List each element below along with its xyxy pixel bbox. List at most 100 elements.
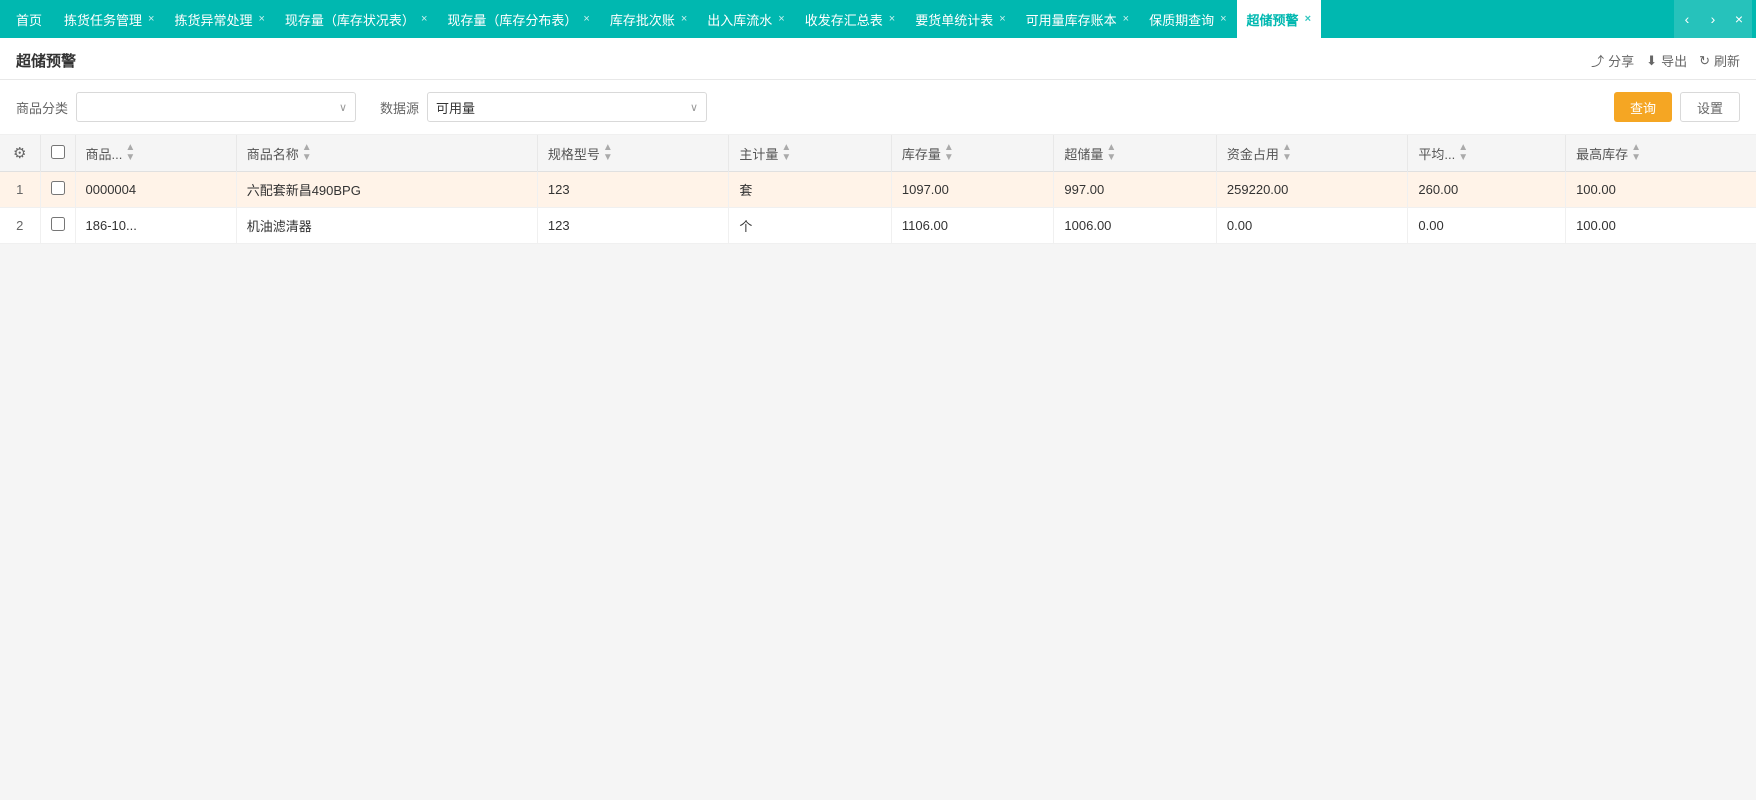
tab-2[interactable]: 拣货异常处理 × <box>164 0 274 38</box>
table-body: 1 0000004 六配套新昌490BPG 123 套 1097.00 997.… <box>0 172 1756 244</box>
row-checkbox[interactable] <box>51 217 65 231</box>
sort-overstock[interactable]: 超储量 ▲▼ <box>1064 143 1116 163</box>
table-header-row: ⚙ 商品... ▲▼ 商品名称 ▲▼ <box>0 135 1756 172</box>
nav-home[interactable]: 首页 <box>4 0 54 38</box>
tab-1[interactable]: 拣货任务管理 × <box>54 0 164 38</box>
export-icon: ⬇ <box>1646 53 1657 69</box>
nav-prev-button[interactable]: ‹ <box>1674 0 1700 38</box>
close-tab-11-icon[interactable]: × <box>1305 13 1311 25</box>
sort-icon-unit: ▲▼ <box>781 143 791 163</box>
gear-icon[interactable]: ⚙ <box>13 145 26 162</box>
th-stock[interactable]: 库存量 ▲▼ <box>891 135 1054 172</box>
th-checkbox <box>40 135 75 172</box>
nav-next-button[interactable]: › <box>1700 0 1726 38</box>
row-spec: 123 <box>537 172 728 208</box>
row-overstock: 1006.00 <box>1054 208 1217 244</box>
sort-icon-capital: ▲▼ <box>1282 143 1292 163</box>
nav-arrows: ‹ › × <box>1674 0 1752 38</box>
share-button[interactable]: ⤴ 分享 <box>1591 51 1634 70</box>
tab-7[interactable]: 收发存汇总表 × <box>795 0 905 38</box>
close-tab-10-icon[interactable]: × <box>1220 13 1226 25</box>
datasource-select-value: 可用量 <box>436 98 475 117</box>
page-header: 超储预警 ⤴ 分享 ⬇ 导出 ↻ 刷新 <box>0 38 1756 80</box>
tab-11[interactable]: 超储预警 × <box>1237 0 1321 38</box>
datasource-chevron-icon: ∨ <box>690 101 698 114</box>
category-chevron-icon: ∨ <box>339 101 347 114</box>
row-goods-code: 186-10... <box>75 208 236 244</box>
table-row: 1 0000004 六配套新昌490BPG 123 套 1097.00 997.… <box>0 172 1756 208</box>
row-capital: 0.00 <box>1216 208 1407 244</box>
close-tab-1-icon[interactable]: × <box>148 13 154 25</box>
row-capital: 259220.00 <box>1216 172 1407 208</box>
tab-3[interactable]: 现存量（库存状况表） × <box>275 0 437 38</box>
tab-6[interactable]: 出入库流水 × <box>697 0 794 38</box>
nav-close-button[interactable]: × <box>1726 0 1752 38</box>
th-spec[interactable]: 规格型号 ▲▼ <box>537 135 728 172</box>
th-gear[interactable]: ⚙ <box>0 135 40 172</box>
row-stock: 1106.00 <box>891 208 1054 244</box>
th-capital[interactable]: 资金占用 ▲▼ <box>1216 135 1407 172</box>
th-max-stock[interactable]: 最高库存 ▲▼ <box>1566 135 1756 172</box>
sort-capital[interactable]: 资金占用 ▲▼ <box>1227 143 1292 163</box>
datasource-label: 数据源 <box>380 98 419 117</box>
filter-buttons: 查询 设置 <box>1614 92 1740 122</box>
row-goods-code: 0000004 <box>75 172 236 208</box>
row-checkbox[interactable] <box>51 181 65 195</box>
settings-button[interactable]: 设置 <box>1680 92 1740 122</box>
sort-stock[interactable]: 库存量 ▲▼ <box>902 143 954 163</box>
row-spec: 123 <box>537 208 728 244</box>
tab-10[interactable]: 保质期查询 × <box>1139 0 1236 38</box>
select-all-checkbox[interactable] <box>51 145 65 159</box>
datasource-filter-group: 数据源 可用量 ∨ <box>380 92 707 122</box>
page-container: 超储预警 ⤴ 分享 ⬇ 导出 ↻ 刷新 商品分类 ∨ 数据源 <box>0 38 1756 244</box>
sort-icon-overstock: ▲▼ <box>1106 143 1116 163</box>
sort-icon-goods-code: ▲▼ <box>125 143 135 163</box>
sort-goods-name[interactable]: 商品名称 ▲▼ <box>247 143 312 163</box>
sort-icon-avg: ▲▼ <box>1458 143 1468 163</box>
th-goods-code[interactable]: 商品... ▲▼ <box>75 135 236 172</box>
th-goods-name[interactable]: 商品名称 ▲▼ <box>236 135 537 172</box>
sort-icon-goods-name: ▲▼ <box>302 143 312 163</box>
th-unit[interactable]: 主计量 ▲▼ <box>729 135 892 172</box>
page-actions: ⤴ 分享 ⬇ 导出 ↻ 刷新 <box>1591 51 1740 70</box>
sort-icon-max-stock: ▲▼ <box>1631 143 1641 163</box>
th-avg[interactable]: 平均... ▲▼ <box>1408 135 1566 172</box>
nav-bar: 首页 拣货任务管理 × 拣货异常处理 × 现存量（库存状况表） × 现存量（库存… <box>0 0 1756 38</box>
row-overstock: 997.00 <box>1054 172 1217 208</box>
main-table: ⚙ 商品... ▲▼ 商品名称 ▲▼ <box>0 135 1756 244</box>
row-checkbox-cell <box>40 208 75 244</box>
close-tab-7-icon[interactable]: × <box>889 13 895 25</box>
table-row: 2 186-10... 机油滤清器 123 个 1106.00 1006.00 … <box>0 208 1756 244</box>
filter-bar: 商品分类 ∨ 数据源 可用量 ∨ 查询 设置 <box>0 80 1756 135</box>
query-button[interactable]: 查询 <box>1614 92 1672 122</box>
sort-goods-code[interactable]: 商品... ▲▼ <box>86 143 136 163</box>
tab-8[interactable]: 要货单统计表 × <box>905 0 1015 38</box>
tab-5[interactable]: 库存批次账 × <box>600 0 697 38</box>
refresh-icon: ↻ <box>1699 53 1710 69</box>
row-max-stock: 100.00 <box>1566 172 1756 208</box>
sort-avg[interactable]: 平均... ▲▼ <box>1418 143 1468 163</box>
datasource-select[interactable]: 可用量 ∨ <box>427 92 707 122</box>
share-icon: ⤴ <box>1591 51 1604 70</box>
export-button[interactable]: ⬇ 导出 <box>1646 51 1687 70</box>
category-select[interactable]: ∨ <box>76 92 356 122</box>
close-tab-6-icon[interactable]: × <box>778 13 784 25</box>
row-avg: 0.00 <box>1408 208 1566 244</box>
row-max-stock: 100.00 <box>1566 208 1756 244</box>
close-tab-8-icon[interactable]: × <box>999 13 1005 25</box>
tab-9[interactable]: 可用量库存账本 × <box>1016 0 1139 38</box>
close-tab-3-icon[interactable]: × <box>421 13 427 25</box>
th-overstock[interactable]: 超储量 ▲▼ <box>1054 135 1217 172</box>
tab-4[interactable]: 现存量（库存分布表） × <box>437 0 599 38</box>
close-tab-5-icon[interactable]: × <box>681 13 687 25</box>
sort-max-stock[interactable]: 最高库存 ▲▼ <box>1576 143 1641 163</box>
row-unit: 套 <box>729 172 892 208</box>
category-filter-group: 商品分类 ∨ <box>16 92 356 122</box>
close-tab-2-icon[interactable]: × <box>258 13 264 25</box>
refresh-button[interactable]: ↻ 刷新 <box>1699 51 1740 70</box>
sort-icon-stock: ▲▼ <box>944 143 954 163</box>
close-tab-4-icon[interactable]: × <box>583 13 589 25</box>
sort-unit[interactable]: 主计量 ▲▼ <box>739 143 791 163</box>
close-tab-9-icon[interactable]: × <box>1123 13 1129 25</box>
sort-spec[interactable]: 规格型号 ▲▼ <box>548 143 613 163</box>
